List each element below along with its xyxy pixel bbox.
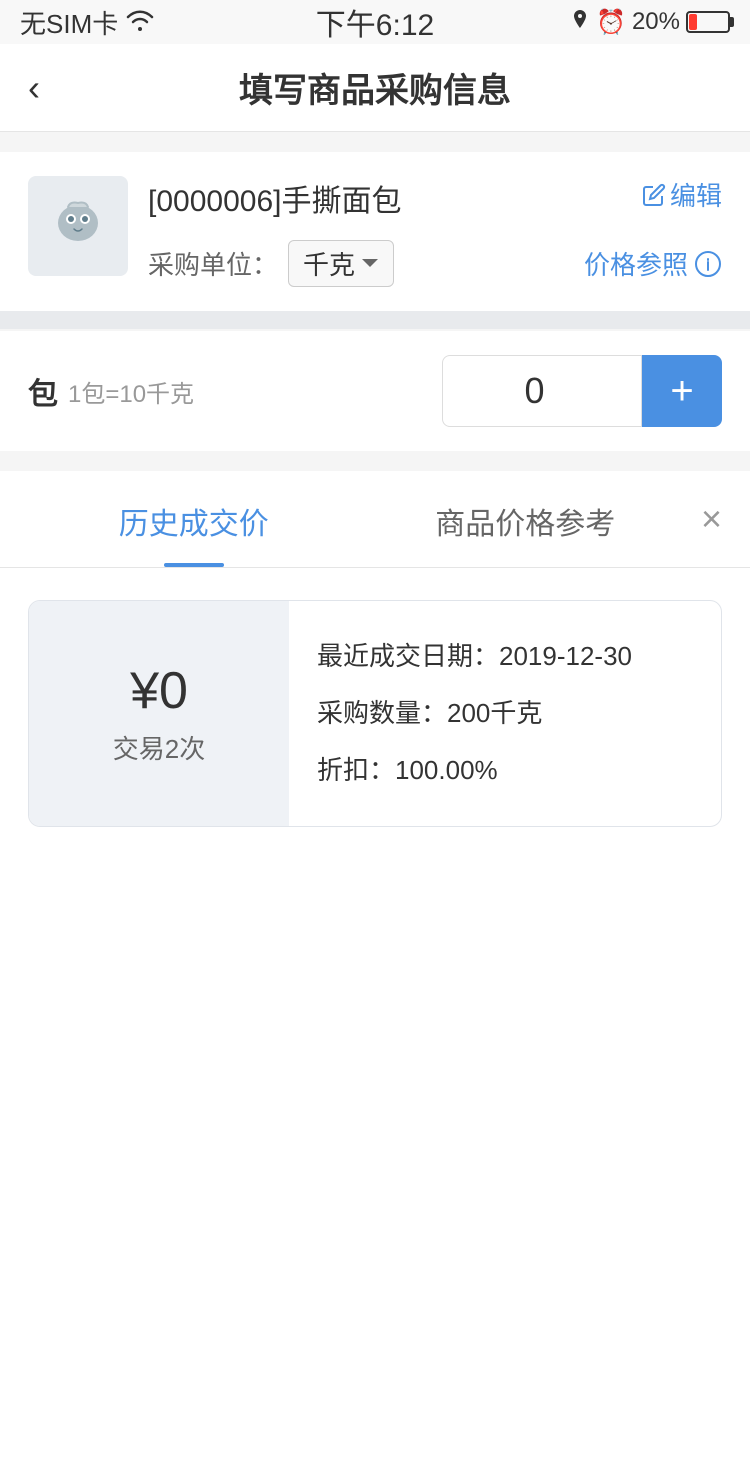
location-icon — [570, 8, 590, 36]
product-header: [0000006]手撕面包 编辑 — [148, 176, 722, 220]
tabs-header: 历史成交价 商品价格参考 × — [0, 471, 750, 568]
product-name: [0000006]手撕面包 — [148, 176, 401, 220]
price-reference-button[interactable]: 价格参照 — [584, 245, 722, 282]
nav-bar: ‹ 填写商品采购信息 — [0, 44, 750, 132]
status-left: 无SIM卡 — [20, 4, 154, 41]
recent-date-row: 最近成交日期：2019-12-30 — [317, 637, 693, 676]
unit-select-dropdown[interactable]: 千克 — [288, 240, 394, 287]
bottom-area — [0, 859, 750, 1459]
tab-content: ¥0 交易2次 最近成交日期：2019-12-30 采购数量：200千克 折扣：… — [0, 568, 750, 859]
battery-icon — [686, 11, 730, 33]
product-card: [0000006]手撕面包 编辑 采购单位： 千克 — [0, 152, 750, 311]
product-info: [0000006]手撕面包 编辑 采购单位： 千克 — [148, 176, 722, 287]
transaction-price: ¥0 — [130, 661, 188, 721]
quantity-plus-button[interactable]: + — [642, 355, 722, 427]
status-right: ⏰ 20% — [570, 8, 730, 37]
quantity-input[interactable] — [442, 355, 642, 427]
edit-button[interactable]: 编辑 — [642, 176, 722, 213]
page-title: 填写商品采购信息 — [239, 63, 511, 112]
tab-product-price-ref[interactable]: 商品价格参考 — [359, 471, 690, 567]
transaction-details-right: 最近成交日期：2019-12-30 采购数量：200千克 折扣：100.00% — [289, 601, 721, 826]
discount-row: 折扣：100.00% — [317, 751, 693, 790]
back-button[interactable]: ‹ — [28, 67, 40, 109]
quantity-row: 包 1包=10千克 + — [0, 331, 750, 451]
tab-history-price[interactable]: 历史成交价 — [28, 471, 359, 567]
trade-count: 交易2次 — [113, 729, 205, 766]
product-unit-row: 采购单位： 千克 价格参照 — [148, 240, 722, 287]
section-divider — [0, 311, 750, 329]
carrier-text: 无SIM卡 — [20, 4, 118, 41]
product-thumbnail — [28, 176, 128, 276]
battery-percent: 20% — [632, 8, 680, 36]
tabs-panel: 历史成交价 商品价格参考 × ¥0 交易2次 最近成交日期：2019-12-30… — [0, 471, 750, 859]
product-logo-icon — [48, 191, 108, 261]
unit-label: 采购单位： 千克 — [148, 240, 394, 287]
purchase-quantity-row: 采购数量：200千克 — [317, 694, 693, 733]
transaction-card: ¥0 交易2次 最近成交日期：2019-12-30 采购数量：200千克 折扣：… — [28, 600, 722, 827]
transaction-price-left: ¥0 交易2次 — [29, 601, 289, 826]
alarm-icon: ⏰ — [596, 8, 626, 37]
quantity-label: 包 1包=10千克 — [28, 369, 194, 413]
wifi-icon — [126, 7, 154, 38]
status-bar: 无SIM卡 下午6:12 ⏰ 20% — [0, 0, 750, 44]
status-time: 下午6:12 — [316, 0, 434, 44]
quantity-input-group: + — [442, 355, 722, 427]
tab-close-button[interactable]: × — [701, 478, 722, 560]
